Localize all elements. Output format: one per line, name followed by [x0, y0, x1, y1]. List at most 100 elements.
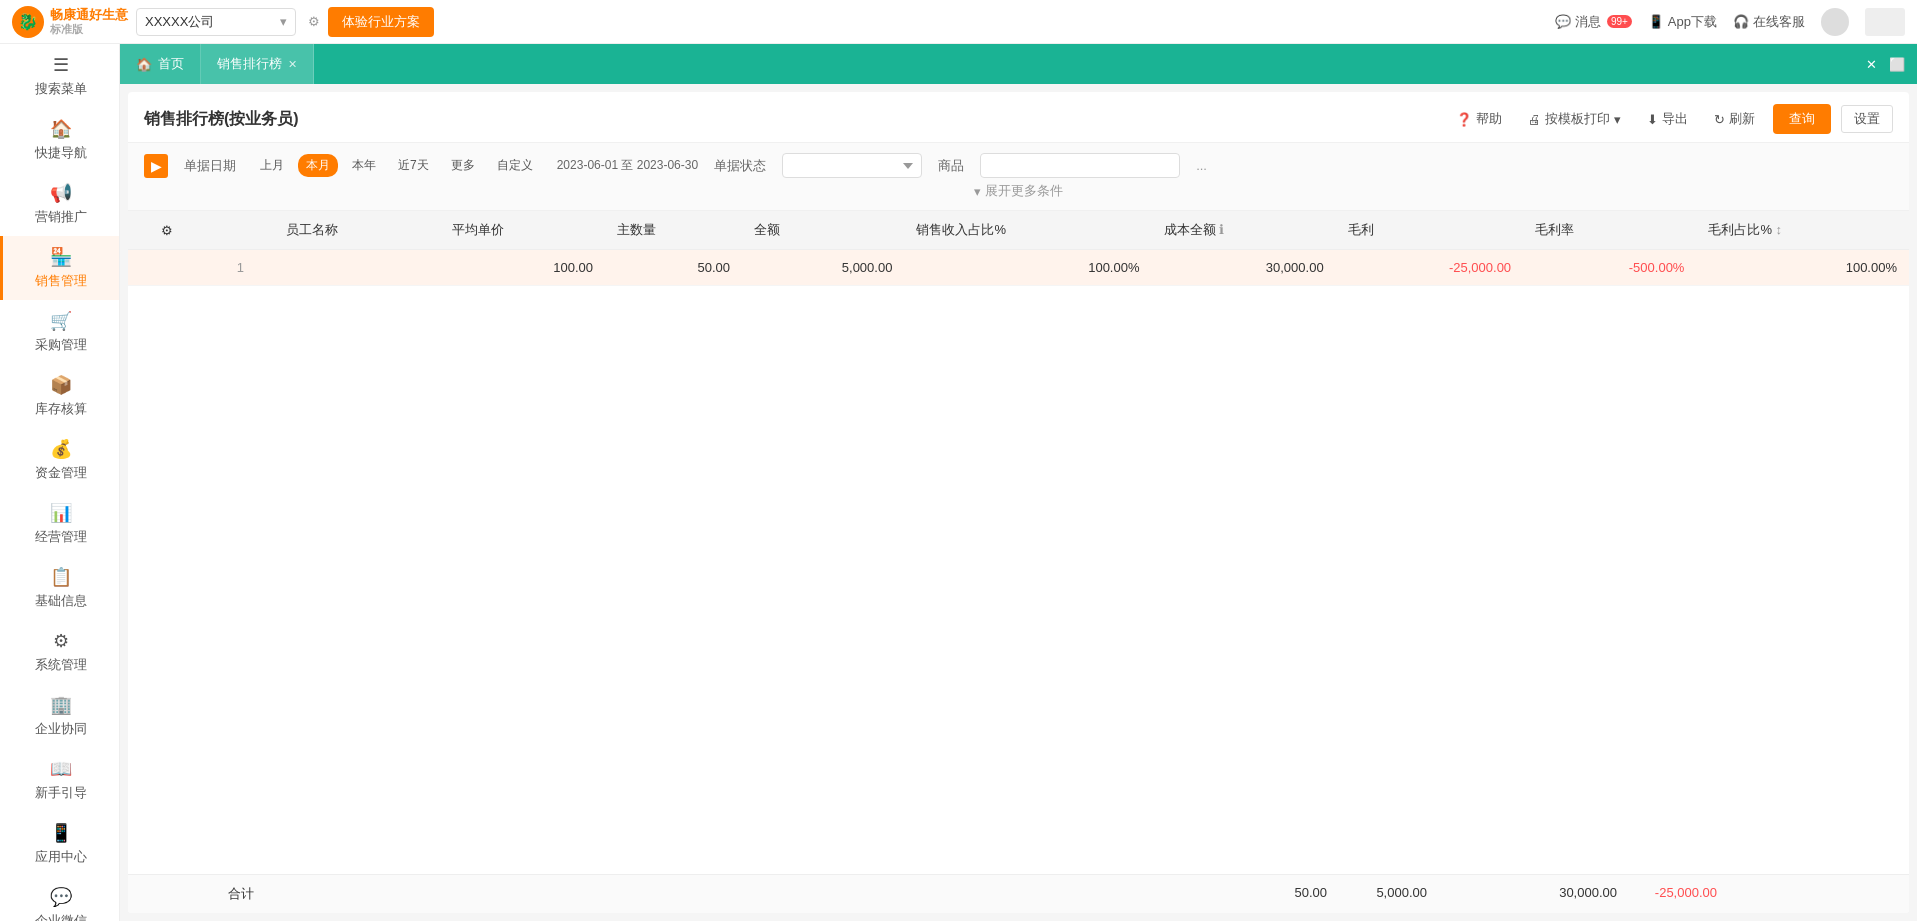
print-btn[interactable]: 🖨 按模板打印 ▾: [1520, 106, 1629, 132]
logo-text: 畅康通好生意 标准版: [50, 7, 128, 36]
app-logo: 🐉 畅康通好生意 标准版: [12, 6, 128, 38]
date-label: 单据日期: [184, 157, 236, 175]
setting-button[interactable]: 设置: [1841, 105, 1893, 133]
tab-sales-ranking[interactable]: 销售排行榜 ✕: [201, 44, 314, 84]
sidebar-item-system[interactable]: ⚙ 系统管理: [0, 620, 119, 684]
app-download-btn[interactable]: 📱 App下载: [1648, 13, 1717, 31]
sidebar-item-app-center[interactable]: 📱 应用中心: [0, 812, 119, 876]
tab-home[interactable]: 🏠 首页: [120, 44, 201, 84]
th-amount: 全额: [742, 211, 904, 250]
online-service-btn[interactable]: 🎧 在线客服: [1733, 13, 1805, 31]
gross-pct-sort-icon[interactable]: ↕: [1776, 222, 1783, 237]
date-btn-more[interactable]: 更多: [443, 154, 483, 177]
purchase-icon: 🛒: [50, 310, 72, 332]
td-gross-rate: -500.00%: [1523, 250, 1696, 286]
footer-amount: 5,000.00: [1376, 885, 1427, 900]
th-sales-pct: 销售收入占比%: [904, 211, 1151, 250]
export-icon: ⬇: [1647, 112, 1658, 127]
td-rank: 1: [206, 250, 274, 286]
operations-icon: 📊: [50, 502, 72, 524]
sidebar-item-guide[interactable]: 📖 新手引导: [0, 748, 119, 812]
export-btn[interactable]: ⬇ 导出: [1639, 106, 1696, 132]
date-btn-last-7-days[interactable]: 近7天: [390, 154, 437, 177]
help-icon: ❓: [1456, 112, 1472, 127]
tab-close-icon[interactable]: ✕: [288, 58, 297, 71]
td-gross-pct: 100.00%: [1696, 250, 1909, 286]
main-layout: ☰ 搜索菜单 🏠 快捷导航 📢 营销推广 🏪 销售管理 🛒 采购管理 📦 库存核…: [0, 44, 1917, 921]
help-btn[interactable]: ❓ 帮助: [1448, 106, 1510, 132]
sidebar-item-purchase[interactable]: 🛒 采购管理: [0, 300, 119, 364]
refresh-btn[interactable]: ↻ 刷新: [1706, 106, 1763, 132]
chevron-down-icon: ▾: [974, 184, 981, 199]
date-btn-this-month[interactable]: 本月: [298, 154, 338, 177]
footer-main-qty: 50.00: [1294, 885, 1327, 900]
sidebar-item-operations[interactable]: 📊 经营管理: [0, 492, 119, 556]
filter-arrow-btn[interactable]: ▶: [144, 154, 168, 178]
marketing-icon: 📢: [50, 182, 72, 204]
sidebar-item-enterprise[interactable]: 🏢 企业协同: [0, 684, 119, 748]
date-btn-custom[interactable]: 自定义: [489, 154, 541, 177]
td-name: [274, 250, 439, 286]
more-filter-icon[interactable]: ...: [1196, 158, 1207, 173]
page-actions: ❓ 帮助 🖨 按模板打印 ▾ ⬇ 导出 ↻ 刷新: [1448, 104, 1893, 134]
sidebar-item-marketing[interactable]: 📢 营销推广: [0, 172, 119, 236]
th-main-qty: 主数量: [605, 211, 742, 250]
td-main-qty: 50.00: [605, 250, 742, 286]
filter-row-1: ▶ 单据日期 上月 本月 本年 近7天 更多 自定义 2023-06-01 至 …: [144, 153, 1893, 178]
doc-status-select[interactable]: [782, 153, 922, 178]
cost-info-icon[interactable]: ℹ: [1219, 222, 1224, 237]
table-footer: 合计 50.00 5,000.00 30,000.00 -2: [128, 874, 1909, 913]
inventory-icon: 📦: [50, 374, 72, 396]
expand-bar: ▾ 展开更多条件: [144, 178, 1893, 200]
app-download-icon: 📱: [1648, 14, 1664, 29]
th-gross-rate: 毛利率: [1523, 211, 1696, 250]
th-gross: 毛利: [1336, 211, 1523, 250]
column-settings-icon[interactable]: ⚙: [161, 223, 173, 238]
sidebar-item-basic-info[interactable]: 📋 基础信息: [0, 556, 119, 620]
sidebar-item-finance[interactable]: 💰 资金管理: [0, 428, 119, 492]
wechat-icon: 💬: [50, 886, 72, 908]
content-area: 🏠 首页 销售排行榜 ✕ ✕ ⬜ 销售排行榜(按业务员) ❓ 帮助: [120, 44, 1917, 921]
filter-bar: ▶ 单据日期 上月 本月 本年 近7天 更多 自定义 2023-06-01 至 …: [128, 143, 1909, 211]
print-dropdown-icon: ▾: [1614, 112, 1621, 127]
td-sales-pct: 100.00%: [904, 250, 1151, 286]
sidebar-item-search-order[interactable]: ☰ 搜索菜单: [0, 44, 119, 108]
goods-input[interactable]: [980, 153, 1180, 178]
footer-gross: -25,000.00: [1655, 885, 1717, 900]
th-settings[interactable]: ⚙: [128, 211, 206, 250]
td-avg-price: 100.00: [440, 250, 605, 286]
message-badge: 99+: [1607, 15, 1632, 28]
message-icon: 💬: [1555, 14, 1571, 29]
sidebar-item-sales[interactable]: 🏪 销售管理: [0, 236, 119, 300]
expand-conditions-btn[interactable]: ▾ 展开更多条件: [974, 182, 1063, 200]
sidebar-item-quick-nav[interactable]: 🏠 快捷导航: [0, 108, 119, 172]
top-right-area: 💬 消息 99+ 📱 App下载 🎧 在线客服: [1555, 8, 1905, 36]
td-amount: 5,000.00: [742, 250, 904, 286]
enterprise-icon: 🏢: [50, 694, 72, 716]
table-row: 1 100.00 50.00 5,000.00 100.00% 30,000.0…: [128, 250, 1909, 286]
settings-icon[interactable]: ⚙: [308, 14, 320, 29]
data-table: ⚙ 员工名称 平均单价 主数量 全额 销售收入占比% 成本全额 ℹ 毛利: [128, 211, 1909, 286]
company-selector[interactable]: XXXXX公司 ▾: [136, 8, 296, 36]
doc-status-label: 单据状态: [714, 157, 766, 175]
date-picker-group: 上月 本月 本年 近7天 更多 自定义: [252, 154, 541, 177]
chevron-down-icon: ▾: [280, 14, 287, 29]
td-gross: -25,000.00: [1336, 250, 1523, 286]
trial-button[interactable]: 体验行业方案: [328, 7, 434, 37]
avatar[interactable]: [1821, 8, 1849, 36]
td-settings: [128, 250, 206, 286]
page-header: 销售排行榜(按业务员) ❓ 帮助 🖨 按模板打印 ▾ ⬇ 导出: [128, 92, 1909, 143]
table-wrap: ⚙ 员工名称 平均单价 主数量 全额 销售收入占比% 成本全额 ℹ 毛利: [128, 211, 1909, 874]
date-btn-last-month[interactable]: 上月: [252, 154, 292, 177]
message-btn[interactable]: 💬 消息 99+: [1555, 13, 1632, 31]
logo-icon: 🐉: [12, 6, 44, 38]
date-btn-this-year[interactable]: 本年: [344, 154, 384, 177]
sidebar-item-inventory[interactable]: 📦 库存核算: [0, 364, 119, 428]
sidebar-item-wechat[interactable]: 💬 企业微信: [0, 876, 119, 921]
tab-restore-icon[interactable]: ⬜: [1889, 57, 1905, 72]
th-gross-pct: 毛利占比% ↕: [1696, 211, 1909, 250]
query-button[interactable]: 查询: [1773, 104, 1831, 134]
home-tab-icon: 🏠: [136, 57, 152, 72]
finance-icon: 💰: [50, 438, 72, 460]
tab-close-window-icon[interactable]: ✕: [1866, 57, 1877, 72]
